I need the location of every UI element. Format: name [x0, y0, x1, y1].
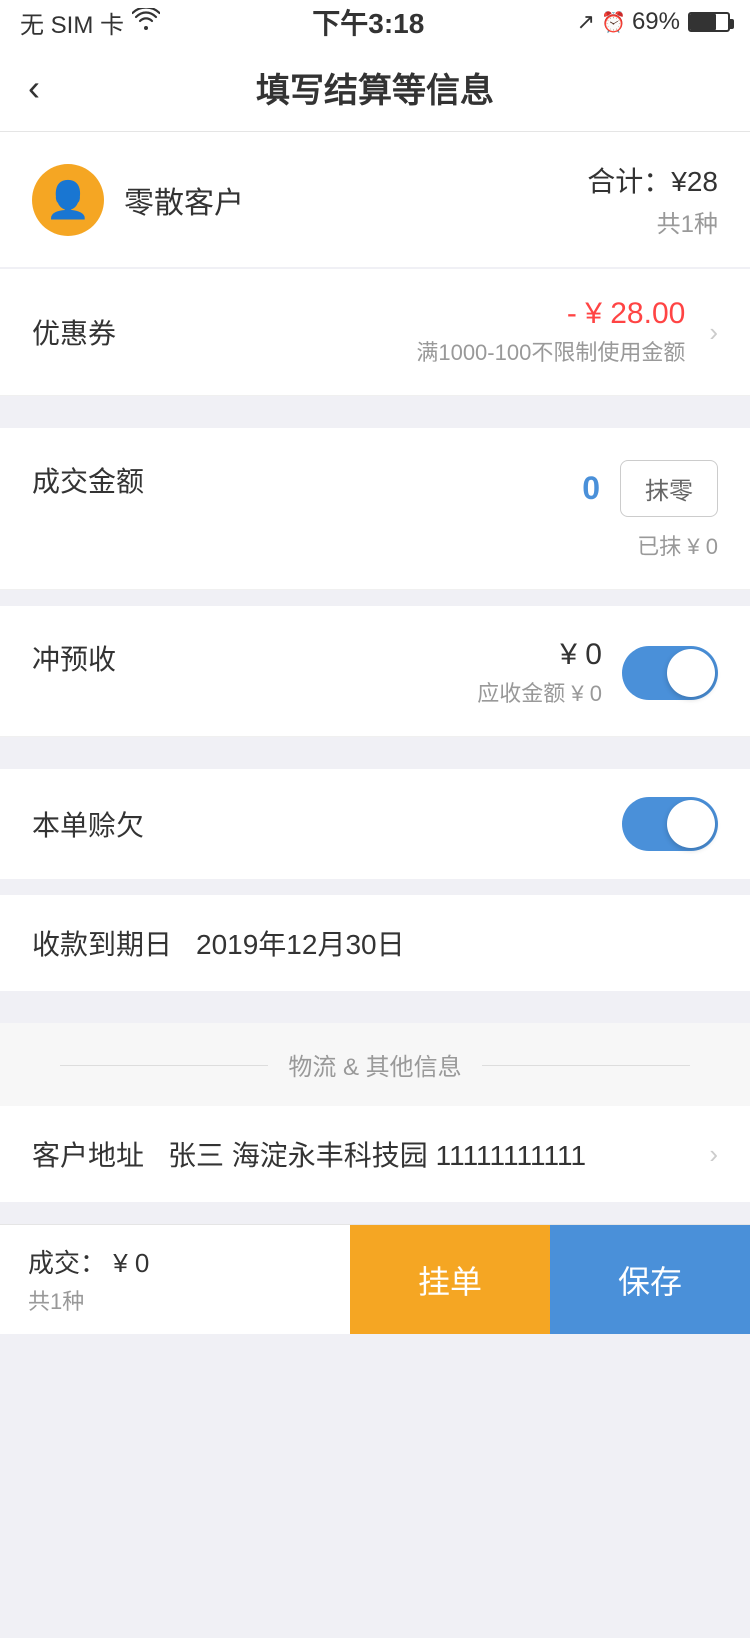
status-bar: 无 SIM 卡 下午3:18 ↗ ⏰ 69%	[0, 0, 750, 44]
logistics-header: 物流 & 其他信息	[0, 1023, 750, 1106]
deferred-label: 本单赊欠	[32, 804, 144, 844]
prepaid-sub: 应收金额 ¥ 0	[477, 676, 602, 708]
toggle-knob	[667, 649, 715, 697]
coupon-label: 优惠券	[32, 312, 116, 352]
deferred-row: 本单赊欠	[0, 769, 750, 879]
back-button[interactable]: ‹	[28, 67, 40, 109]
customer-row: 👤 零散客户 合计：¥28 共1种	[0, 132, 750, 267]
prepaid-amount: ¥ 0	[477, 638, 602, 672]
prepaid-value-block: ¥ 0 应收金额 ¥ 0	[477, 638, 602, 708]
avatar-icon: 👤	[46, 179, 91, 221]
due-date-label: 收款到期日	[32, 923, 172, 963]
round-zero-button[interactable]: 抹零	[620, 460, 718, 517]
customer-count: 共1种	[587, 204, 718, 239]
carrier-label: 无 SIM 卡	[20, 5, 124, 40]
section-divider-2	[0, 753, 750, 769]
location-icon: ↗	[577, 9, 595, 35]
coupon-right: - ¥ 28.00 满1000-100不限制使用金额 ›	[416, 297, 718, 367]
status-left: 无 SIM 卡	[20, 5, 160, 40]
coupon-chevron-icon: ›	[709, 317, 718, 348]
customer-avatar: 👤	[32, 164, 104, 236]
nav-bar: ‹ 填写结算等信息	[0, 44, 750, 132]
battery-icon	[688, 12, 730, 32]
address-value: 张三 海淀永丰科技园 11111111111	[168, 1134, 685, 1174]
transaction-amount-value: 0	[540, 470, 600, 507]
prepaid-right: ¥ 0 应收金额 ¥ 0	[477, 638, 718, 708]
alarm-icon: ⏰	[601, 10, 626, 35]
wifi-icon	[132, 8, 160, 37]
prepaid-row: 冲预收 ¥ 0 应收金额 ¥ 0	[0, 606, 750, 737]
coupon-value-block: - ¥ 28.00 满1000-100不限制使用金额	[416, 297, 685, 367]
customer-total: 合计：¥28	[587, 160, 718, 200]
coupon-row[interactable]: 优惠券 - ¥ 28.00 满1000-100不限制使用金额 ›	[0, 269, 750, 396]
address-row[interactable]: 客户地址 张三 海淀永丰科技园 11111111111 ›	[0, 1106, 750, 1202]
transaction-amount-row: 成交金额 0 抹零 已抹 ¥ 0	[0, 428, 750, 590]
status-time: 下午3:18	[312, 2, 424, 42]
customer-right: 合计：¥28 共1种	[587, 160, 718, 239]
coupon-discount: - ¥ 28.00	[416, 297, 685, 331]
section-divider-1	[0, 412, 750, 428]
save-button[interactable]: 保存	[550, 1225, 750, 1334]
customer-left: 👤 零散客户	[32, 164, 244, 236]
deferred-toggle-knob	[667, 800, 715, 848]
deferred-toggle[interactable]	[622, 797, 718, 851]
transaction-amount-label: 成交金额	[32, 460, 144, 500]
status-right: ↗ ⏰ 69%	[577, 8, 730, 36]
due-date-value: 2019年12月30日	[196, 923, 405, 963]
bottom-deal-amount: 成交： ¥ 0	[28, 1243, 322, 1280]
content-area: 👤 零散客户 合计：¥28 共1种 优惠券 - ¥ 28.00 满1000-10…	[0, 132, 750, 1638]
bottom-bar: 成交： ¥ 0 共1种 挂单 保存	[0, 1224, 750, 1334]
nav-title: 填写结算等信息	[256, 63, 494, 112]
prepaid-label: 冲预收	[32, 638, 116, 678]
address-label: 客户地址	[32, 1134, 144, 1174]
section-divider-3	[0, 1007, 750, 1023]
battery-percent: 69%	[632, 8, 680, 36]
prepaid-toggle[interactable]	[622, 646, 718, 700]
logistics-header-text: 物流 & 其他信息	[268, 1054, 481, 1081]
address-chevron-icon: ›	[709, 1139, 718, 1170]
bottom-deal-count: 共1种	[28, 1284, 322, 1316]
due-date-row: 收款到期日 2019年12月30日	[0, 895, 750, 991]
transaction-amount-sub: 已抹 ¥ 0	[637, 529, 718, 561]
suspend-button[interactable]: 挂单	[350, 1225, 550, 1334]
customer-name: 零散客户	[124, 178, 244, 222]
bottom-info: 成交： ¥ 0 共1种	[0, 1225, 350, 1334]
coupon-description: 满1000-100不限制使用金额	[416, 335, 685, 367]
